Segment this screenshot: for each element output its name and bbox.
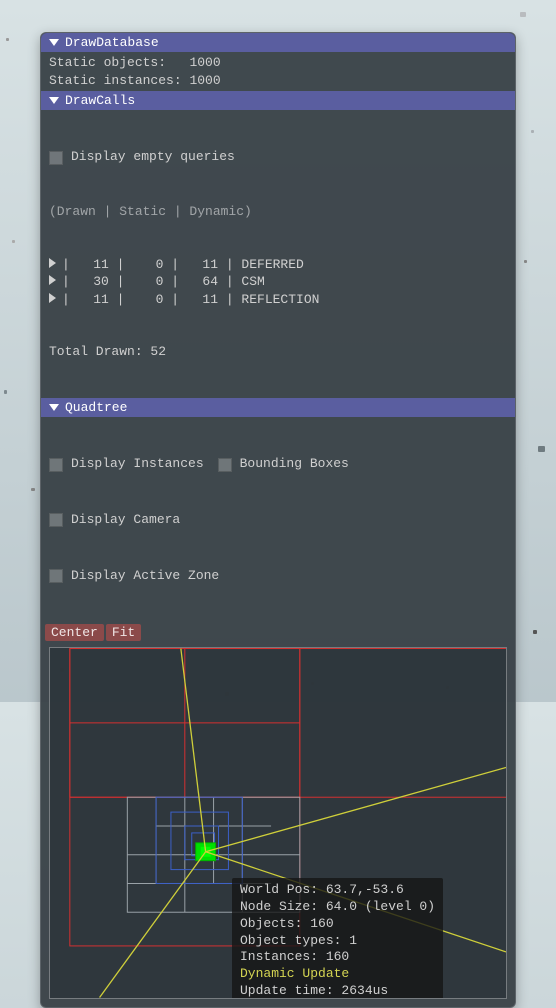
drawdatabase-body: Static objects: 1000 Static instances: 1…: [41, 52, 515, 91]
caret-right-icon: [49, 275, 56, 285]
static-instances-label: Static instances:: [49, 73, 189, 88]
display-camera-label: Display Camera: [71, 510, 180, 531]
display-active-zone-checkbox[interactable]: [49, 569, 63, 583]
display-instances-label: Display Instances: [71, 454, 204, 475]
tooltip-objecttypes: Object types: 1: [240, 933, 435, 950]
total-drawn-value: 52: [150, 344, 166, 359]
bounding-boxes-checkbox[interactable]: [218, 458, 232, 472]
drawcalls-body: Display empty queries (Drawn | Static | …: [41, 110, 515, 398]
bounding-boxes-label: Bounding Boxes: [240, 454, 349, 475]
tooltip-updatetime: Update time: 2634us: [240, 983, 435, 999]
fit-button[interactable]: Fit: [106, 624, 141, 641]
section-header-drawdatabase[interactable]: DrawDatabase: [41, 33, 515, 52]
display-camera-checkbox[interactable]: [49, 513, 63, 527]
drawcall-text: | 11 | 0 | 11 | REFLECTION: [62, 292, 319, 307]
drawcall-text: | 30 | 0 | 64 | CSM: [62, 274, 265, 289]
center-button[interactable]: Center: [45, 624, 104, 641]
section-title: DrawDatabase: [65, 35, 159, 50]
tooltip-worldpos: World Pos: 63.7,-53.6: [240, 882, 435, 899]
section-title: Quadtree: [65, 400, 127, 415]
quadtree-tooltip: World Pos: 63.7,-53.6 Node Size: 64.0 (l…: [232, 878, 443, 999]
section-title: DrawCalls: [65, 93, 135, 108]
display-empty-label: Display empty queries: [71, 147, 235, 168]
quadtree-canvas[interactable]: World Pos: 63.7,-53.6 Node Size: 64.0 (l…: [49, 647, 507, 999]
drawcall-text: | 11 | 0 | 11 | DEFERRED: [62, 257, 304, 272]
tooltip-instances: Instances: 160: [240, 949, 435, 966]
section-header-quadtree[interactable]: Quadtree: [41, 398, 515, 417]
display-instances-checkbox[interactable]: [49, 458, 63, 472]
drawcall-row[interactable]: | 11 | 0 | 11 | DEFERRED: [49, 256, 507, 274]
drawcall-row[interactable]: | 11 | 0 | 11 | REFLECTION: [49, 291, 507, 309]
display-empty-checkbox[interactable]: [49, 151, 63, 165]
drawcall-row[interactable]: | 30 | 0 | 64 | CSM: [49, 273, 507, 291]
columns-hint: (Drawn | Static | Dynamic): [49, 203, 507, 221]
caret-right-icon: [49, 293, 56, 303]
caret-right-icon: [49, 258, 56, 268]
display-active-zone-label: Display Active Zone: [71, 566, 219, 587]
chevron-down-icon: [49, 39, 59, 46]
quadtree-body: Display Instances Bounding Boxes Display…: [41, 417, 515, 624]
debug-panel: DrawDatabase Static objects: 1000 Static…: [40, 32, 516, 1008]
chevron-down-icon: [49, 404, 59, 411]
drawcalls-rows: | 11 | 0 | 11 | DEFERRED | 30 | 0 | 64 | …: [49, 256, 507, 309]
total-drawn-label: Total Drawn:: [49, 344, 150, 359]
static-objects-value: 1000: [189, 55, 220, 70]
tooltip-nodesize: Node Size: 64.0 (level 0): [240, 899, 435, 916]
chevron-down-icon: [49, 97, 59, 104]
section-header-drawcalls[interactable]: DrawCalls: [41, 91, 515, 110]
static-objects-label: Static objects:: [49, 55, 189, 70]
tooltip-dynamicupdate: Dynamic Update: [240, 966, 435, 983]
static-instances-value: 1000: [189, 73, 220, 88]
tooltip-objects: Objects: 160: [240, 916, 435, 933]
